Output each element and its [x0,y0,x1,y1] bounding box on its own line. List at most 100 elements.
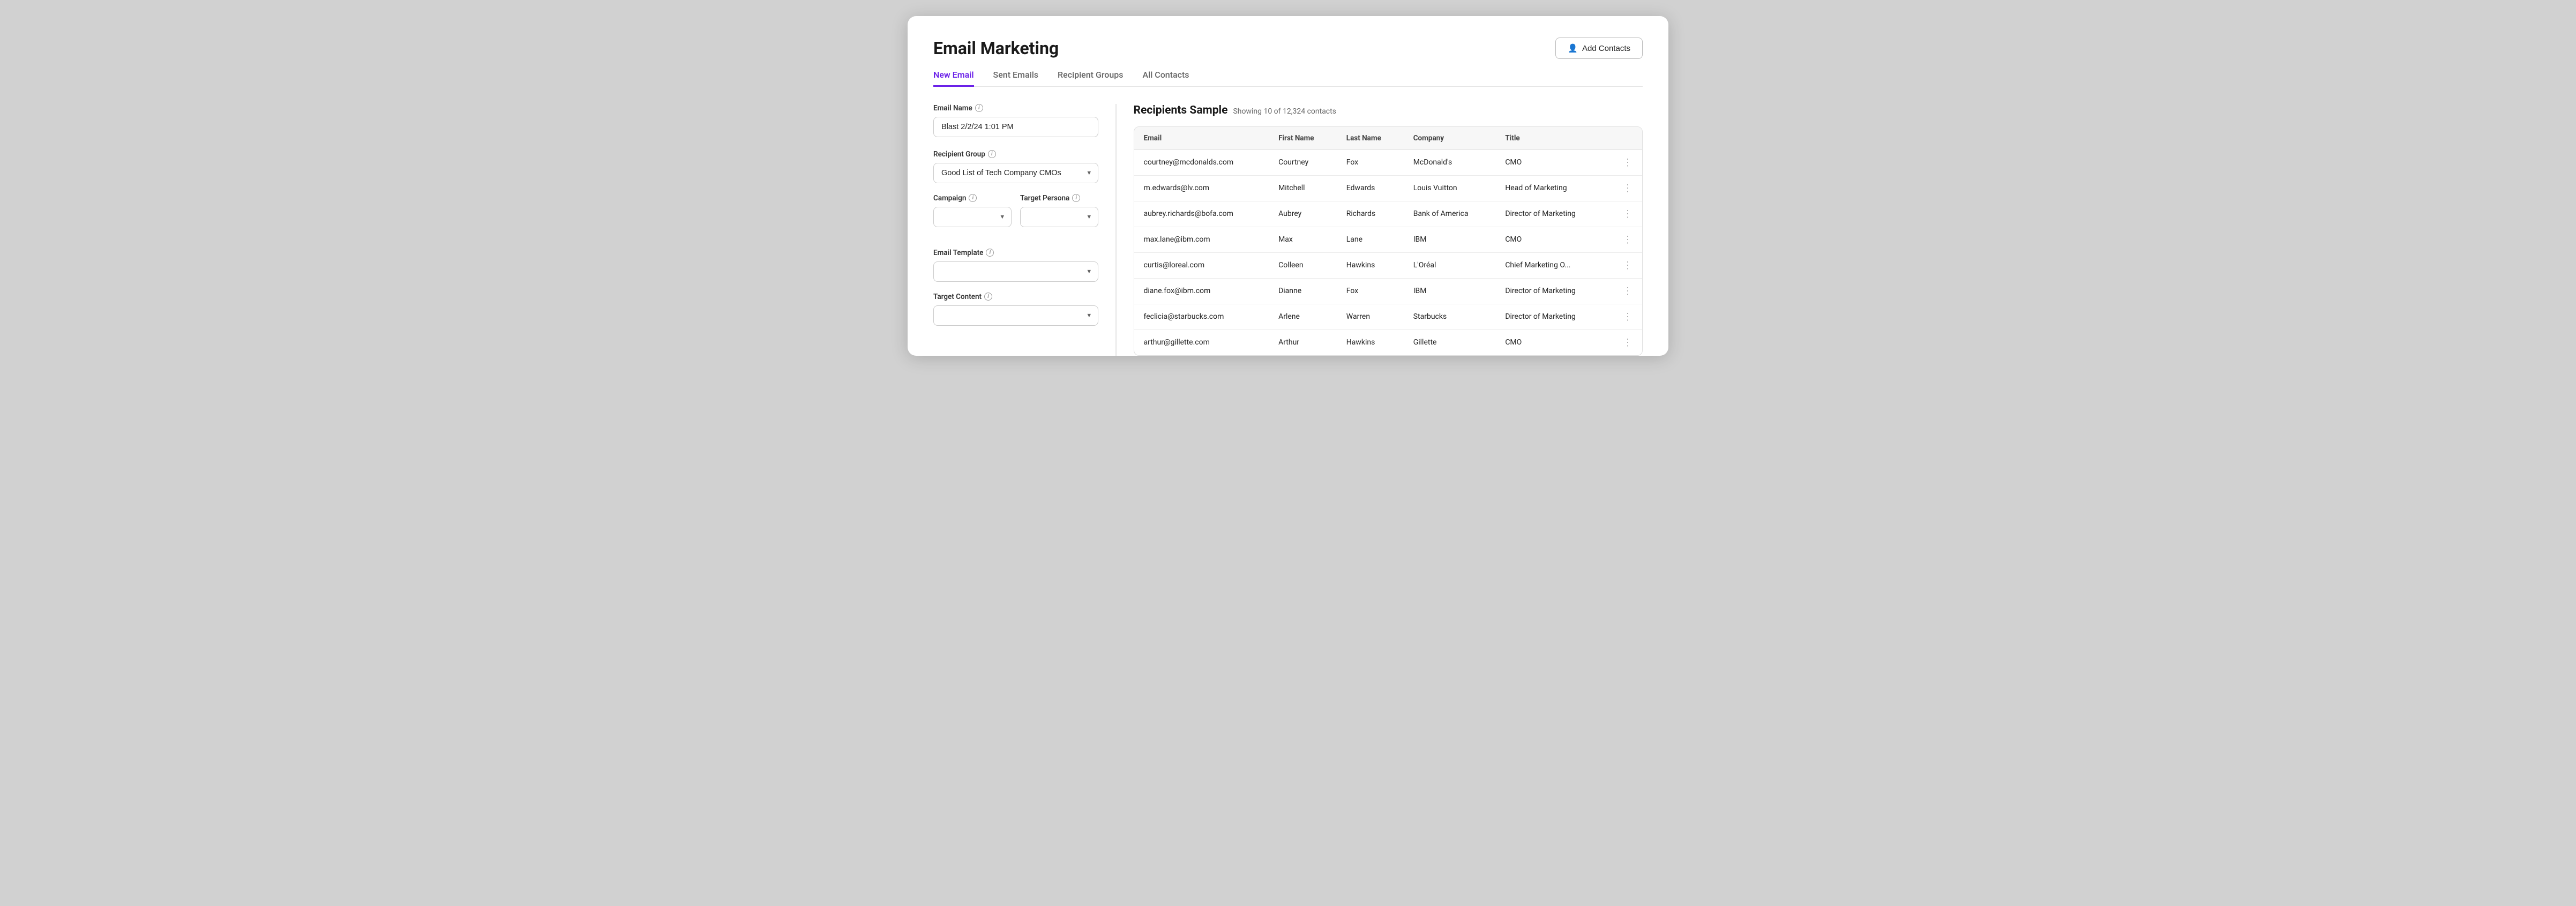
cell-first-name: Colleen [1269,252,1337,278]
cell-title: CMO [1495,149,1606,175]
cell-title: CMO [1495,227,1606,252]
cell-title: CMO [1495,330,1606,355]
add-contacts-button[interactable]: 👤 Add Contacts [1555,38,1643,59]
col-last-name: Last Name [1337,127,1404,150]
cell-email: curtis@loreal.com [1134,252,1269,278]
cell-last-name: Fox [1337,149,1404,175]
row-menu-button[interactable]: ⋮ [1606,201,1642,227]
recipients-header: Recipients Sample Showing 10 of 12,324 c… [1134,104,1643,117]
table-header-row: Email First Name Last Name Company Title [1134,127,1643,150]
cell-last-name: Hawkins [1337,330,1404,355]
tabs-row: New Email Sent Emails Recipient Groups A… [933,70,1643,87]
target-persona-wrapper: ▾ [1020,207,1098,227]
recipient-group-info-icon[interactable]: i [988,150,996,158]
cell-company: IBM [1404,227,1496,252]
cell-company: IBM [1404,278,1496,304]
cell-company: Starbucks [1404,304,1496,330]
email-template-label: Email Template i [933,249,1098,257]
cell-company: L'Oréal [1404,252,1496,278]
app-card: Email Marketing 👤 Add Contacts New Email… [908,16,1668,356]
target-content-info-icon[interactable]: i [984,293,992,301]
cell-last-name: Fox [1337,278,1404,304]
table-body: courtney@mcdonalds.comCourtneyFoxMcDonal… [1134,149,1643,355]
col-actions [1606,127,1642,150]
row-menu-button[interactable]: ⋮ [1606,175,1642,201]
cell-email: m.edwards@lv.com [1134,175,1269,201]
tab-all-contacts[interactable]: All Contacts [1143,70,1189,87]
table-header: Email First Name Last Name Company Title [1134,127,1643,150]
col-title: Title [1495,127,1606,150]
campaign-label: Campaign i [933,194,1012,203]
row-menu-button[interactable]: ⋮ [1606,304,1642,330]
cell-first-name: Arthur [1269,330,1337,355]
cell-title: Director of Marketing [1495,201,1606,227]
cell-first-name: Mitchell [1269,175,1337,201]
cell-title: Chief Marketing O... [1495,252,1606,278]
cell-email: aubrey.richards@bofa.com [1134,201,1269,227]
row-menu-button[interactable]: ⋮ [1606,149,1642,175]
tab-sent-emails[interactable]: Sent Emails [993,70,1038,87]
email-template-group: Email Template i ▾ [933,249,1098,282]
cell-first-name: Arlene [1269,304,1337,330]
tab-recipient-groups[interactable]: Recipient Groups [1058,70,1123,87]
cell-email: feclicia@starbucks.com [1134,304,1269,330]
email-template-info-icon[interactable]: i [986,249,994,257]
row-menu-button[interactable]: ⋮ [1606,278,1642,304]
cell-email: courtney@mcdonalds.com [1134,149,1269,175]
main-content: Email Name i Recipient Group i Good List… [933,87,1643,356]
campaign-info-icon[interactable]: i [969,194,977,202]
email-name-label: Email Name i [933,104,1098,113]
cell-email: max.lane@ibm.com [1134,227,1269,252]
cell-title: Director of Marketing [1495,304,1606,330]
email-name-group: Email Name i [933,104,1098,148]
col-first-name: First Name [1269,127,1337,150]
table-row: diane.fox@ibm.comDianneFoxIBMDirector of… [1134,278,1643,304]
cell-last-name: Richards [1337,201,1404,227]
left-panel: Email Name i Recipient Group i Good List… [933,104,1115,356]
cell-company: McDonald's [1404,149,1496,175]
email-template-select[interactable] [933,261,1098,282]
target-persona-select[interactable] [1020,207,1098,227]
row-menu-button[interactable]: ⋮ [1606,227,1642,252]
row-menu-button[interactable]: ⋮ [1606,330,1642,355]
col-email: Email [1134,127,1269,150]
recipients-title: Recipients Sample [1134,104,1228,117]
table-row: curtis@loreal.comColleenHawkinsL'OréalCh… [1134,252,1643,278]
cell-last-name: Lane [1337,227,1404,252]
table-row: courtney@mcdonalds.comCourtneyFoxMcDonal… [1134,149,1643,175]
email-name-info-icon[interactable]: i [975,104,983,112]
row-menu-button[interactable]: ⋮ [1606,252,1642,278]
campaign-group: Campaign i ▾ [933,194,1012,238]
recipients-table-wrapper: Email First Name Last Name Company Title… [1134,126,1643,356]
header-row: Email Marketing 👤 Add Contacts [933,38,1643,59]
cell-company: Gillette [1404,330,1496,355]
cell-company: Bank of America [1404,201,1496,227]
cell-first-name: Max [1269,227,1337,252]
table-row: max.lane@ibm.comMaxLaneIBMCMO⋮ [1134,227,1643,252]
campaign-wrapper: ▾ [933,207,1012,227]
target-persona-label: Target Persona i [1020,194,1098,203]
target-content-select[interactable] [933,305,1098,326]
recipient-group-select[interactable]: Good List of Tech Company CMOs [933,163,1098,183]
table-row: aubrey.richards@bofa.comAubreyRichardsBa… [1134,201,1643,227]
cell-email: diane.fox@ibm.com [1134,278,1269,304]
email-template-wrapper: ▾ [933,261,1098,282]
cell-first-name: Aubrey [1269,201,1337,227]
recipients-table: Email First Name Last Name Company Title… [1134,127,1643,355]
cell-email: arthur@gillette.com [1134,330,1269,355]
target-content-label: Target Content i [933,293,1098,301]
email-name-input[interactable] [933,117,1098,137]
target-persona-group: Target Persona i ▾ [1020,194,1098,238]
tab-new-email[interactable]: New Email [933,70,974,87]
target-content-group: Target Content i ▾ [933,293,1098,326]
table-row: feclicia@starbucks.comArleneWarrenStarbu… [1134,304,1643,330]
page-title: Email Marketing [933,38,1059,58]
target-content-wrapper: ▾ [933,305,1098,326]
table-row: m.edwards@lv.comMitchellEdwardsLouis Vui… [1134,175,1643,201]
recipient-group-label: Recipient Group i [933,150,1098,159]
add-person-icon: 👤 [1568,43,1578,53]
recipients-subtitle: Showing 10 of 12,324 contacts [1233,107,1336,116]
target-persona-info-icon[interactable]: i [1072,194,1080,202]
campaign-select[interactable] [933,207,1012,227]
cell-last-name: Hawkins [1337,252,1404,278]
